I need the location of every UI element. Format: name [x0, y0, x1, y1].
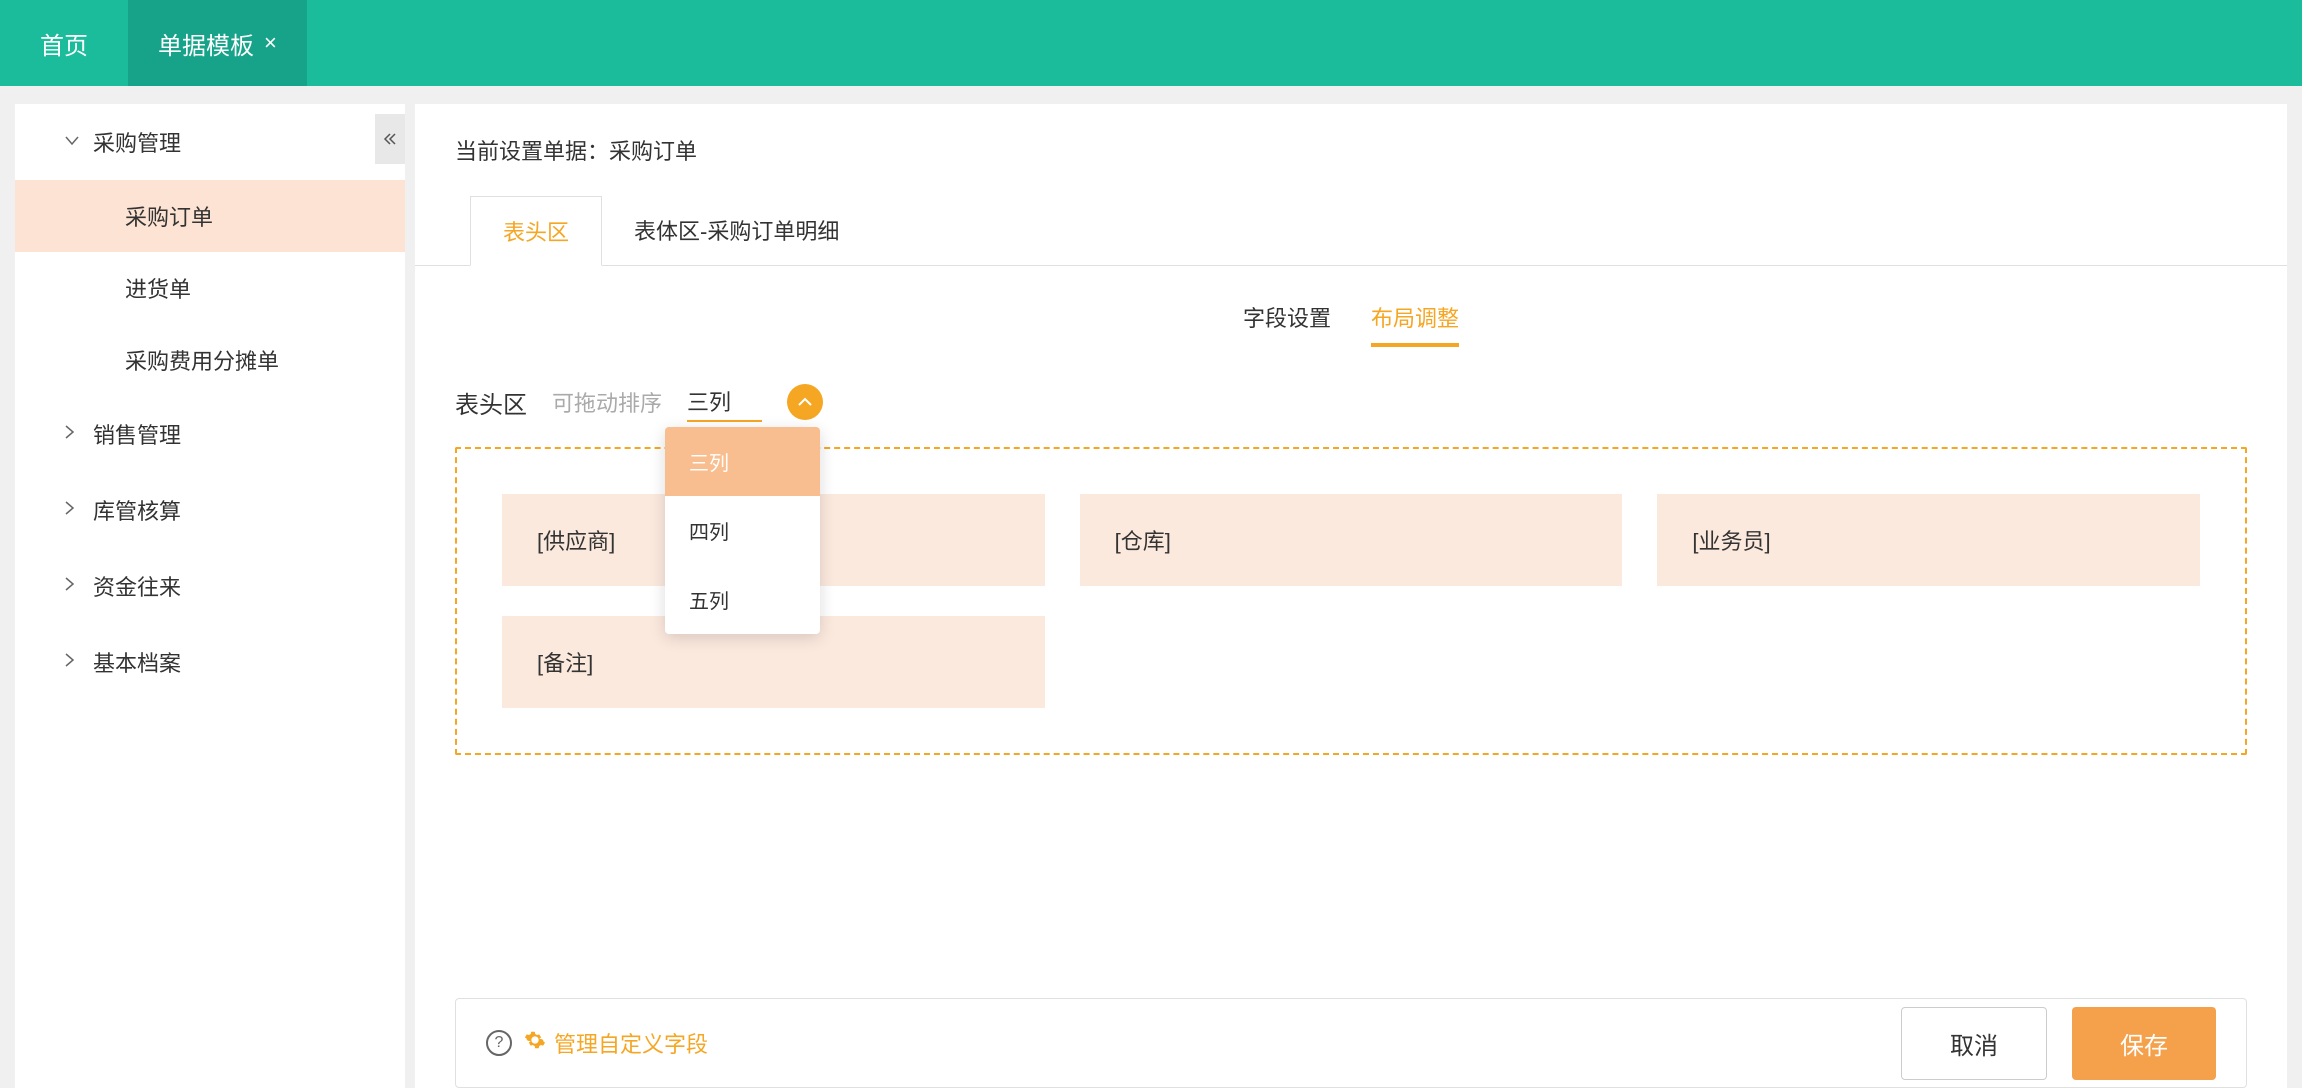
sidebar-group-purchase[interactable]: 采购管理 — [15, 104, 405, 180]
main-container: 采购管理 采购订单 进货单 采购费用分摊单 销售管理 库管核算 资金往来 — [0, 86, 2302, 1088]
dropdown-option-3[interactable]: 三列 — [665, 427, 820, 496]
chevron-right-icon — [65, 653, 79, 672]
sidebar-group-label: 基本档案 — [93, 646, 181, 678]
sidebar-group-label: 采购管理 — [93, 126, 181, 158]
cancel-button[interactable]: 取消 — [1901, 1007, 2047, 1080]
sidebar-group-finance[interactable]: 资金往来 — [15, 548, 405, 624]
chevron-right-icon — [65, 577, 79, 596]
dropdown-toggle[interactable] — [787, 384, 823, 420]
manage-custom-fields-link[interactable]: 管理自定义字段 — [554, 1027, 708, 1059]
sidebar-group-basic[interactable]: 基本档案 — [15, 624, 405, 700]
header-area-label: 表头区 — [455, 385, 527, 420]
sidebar-group-sales[interactable]: 销售管理 — [15, 396, 405, 472]
sub-tabs: 字段设置 布局调整 — [415, 291, 2287, 347]
field-warehouse[interactable]: [仓库] — [1080, 494, 1623, 586]
current-doc-label: 当前设置单据：采购订单 — [415, 134, 2287, 166]
column-dropdown: 三列 四列 五列 — [665, 427, 820, 634]
sidebar-group-label: 资金往来 — [93, 570, 181, 602]
dropdown-option-5[interactable]: 五列 — [665, 565, 820, 634]
tab-home[interactable]: 首页 — [0, 0, 128, 86]
sidebar-item-allocation[interactable]: 采购费用分摊单 — [15, 324, 405, 396]
content-panel: 当前设置单据：采购订单 表头区 表体区-采购订单明细 字段设置 布局调整 表头区… — [415, 104, 2287, 1088]
area-tabs: 表头区 表体区-采购订单明细 — [415, 196, 2287, 266]
footer-buttons: 取消 保存 — [1901, 1007, 2216, 1080]
footer-bar: ? 管理自定义字段 取消 保存 — [455, 998, 2247, 1088]
sidebar: 采购管理 采购订单 进货单 采购费用分摊单 销售管理 库管核算 资金往来 — [15, 104, 405, 1088]
tab-template-label: 单据模板 — [158, 26, 254, 61]
sidebar-group-label: 库管核算 — [93, 494, 181, 526]
drag-hint: 可拖动排序 — [552, 386, 662, 418]
chevron-down-icon — [65, 133, 79, 151]
close-icon[interactable]: × — [264, 30, 277, 56]
save-button[interactable]: 保存 — [2072, 1007, 2216, 1080]
sidebar-item-receipt[interactable]: 进货单 — [15, 252, 405, 324]
sidebar-item-purchase-order[interactable]: 采购订单 — [15, 180, 405, 252]
collapse-icon[interactable] — [375, 114, 405, 164]
chevron-up-icon — [798, 397, 812, 407]
column-input[interactable] — [687, 382, 762, 422]
chevron-right-icon — [65, 425, 79, 444]
header-section: 表头区 可拖动排序 三列 四列 五列 — [415, 347, 2287, 447]
sub-tab-layout[interactable]: 布局调整 — [1371, 291, 1459, 347]
chevron-right-icon — [65, 501, 79, 520]
help-icon[interactable]: ? — [486, 1030, 512, 1056]
dropdown-option-4[interactable]: 四列 — [665, 496, 820, 565]
gear-icon — [524, 1029, 546, 1058]
tab-template[interactable]: 单据模板 × — [128, 0, 307, 86]
area-tab-body[interactable]: 表体区-采购订单明细 — [602, 196, 871, 265]
sidebar-group-inventory[interactable]: 库管核算 — [15, 472, 405, 548]
sidebar-group-label: 销售管理 — [93, 418, 181, 450]
chevron-double-left-icon — [383, 132, 397, 146]
column-selector: 三列 四列 五列 — [687, 382, 762, 422]
sub-tab-field[interactable]: 字段设置 — [1243, 291, 1331, 347]
top-bar: 首页 单据模板 × — [0, 0, 2302, 86]
area-tab-header[interactable]: 表头区 — [470, 196, 602, 266]
field-salesperson[interactable]: [业务员] — [1657, 494, 2200, 586]
